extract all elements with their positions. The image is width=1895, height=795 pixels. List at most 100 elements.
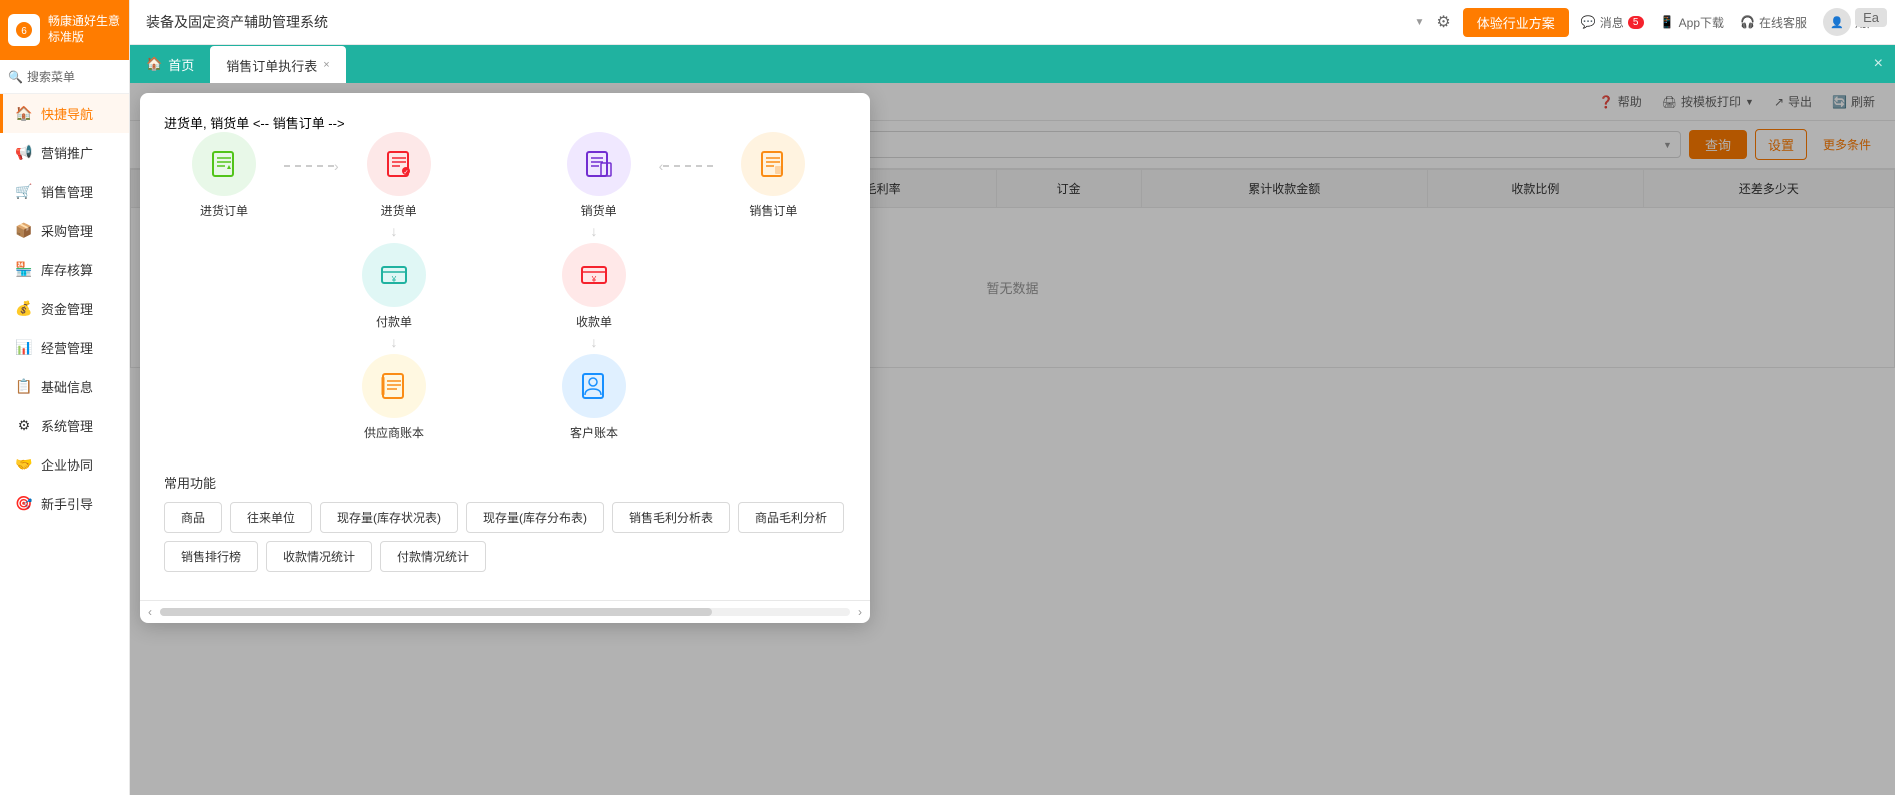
- tab-home[interactable]: 🏠 首页: [130, 45, 210, 83]
- purchase-icon: 📦: [15, 222, 33, 240]
- quick-nav-icon: 🏠: [15, 105, 33, 123]
- svg-text:6: 6: [21, 26, 27, 37]
- sidebar-item-purchase[interactable]: 📦 采购管理: [0, 211, 129, 250]
- svg-text:¥: ¥: [591, 275, 597, 284]
- sidebar-item-finance[interactable]: 💰 资金管理: [0, 289, 129, 328]
- func-btn-sales-rank[interactable]: 销售排行榜: [164, 541, 258, 572]
- system-title: 装备及固定资产辅助管理系统: [146, 12, 1402, 32]
- flow-item-sales-order[interactable]: 销售订单: [713, 132, 833, 219]
- tab-home-label: 首页: [168, 55, 194, 74]
- sidebar-item-label: 基础信息: [41, 377, 93, 396]
- sidebar-item-marketing[interactable]: 📢 营销推广: [0, 133, 129, 172]
- sidebar-item-guide[interactable]: 🎯 新手引导: [0, 484, 129, 523]
- service-icon: 🎧: [1740, 15, 1755, 29]
- sales-order-circle: [741, 132, 805, 196]
- flow-item-receipt[interactable]: ¥ 收款单: [534, 243, 654, 330]
- sidebar-item-quick-nav[interactable]: 🏠 快捷导航: [0, 94, 129, 133]
- search-icon: 🔍: [8, 70, 23, 84]
- tab-sales-order[interactable]: 销售订单执行表 ×: [210, 46, 345, 84]
- app-logo: 6 畅康通好生意 标准版: [0, 0, 129, 60]
- sidebar-item-enterprise[interactable]: 🤝 企业协同: [0, 445, 129, 484]
- dropdown-arrow-icon: ▼: [1414, 17, 1424, 28]
- modal-scrollbar: ‹ ›: [140, 600, 870, 623]
- scrollbar-track[interactable]: [160, 608, 850, 616]
- flow-diagram: 进货订单 › ✓: [164, 132, 846, 457]
- inventory-icon: 🏪: [15, 261, 33, 279]
- message-badge: 5: [1628, 16, 1644, 29]
- sidebar-item-label: 库存核算: [41, 260, 93, 279]
- experience-btn[interactable]: 体验行业方案: [1463, 8, 1569, 37]
- logo-icon: 6: [8, 14, 40, 46]
- operation-icon: 📊: [15, 339, 33, 357]
- online-service-label: 在线客服: [1759, 14, 1807, 31]
- receipt-label: 收款单: [576, 313, 612, 330]
- flow-item-payment[interactable]: ¥ 付款单: [334, 243, 454, 330]
- purchase-order-circle: [192, 132, 256, 196]
- sidebar-item-label: 新手引导: [41, 494, 93, 513]
- func-btn-receipt-stats[interactable]: 收款情况统计: [266, 541, 372, 572]
- message-btn[interactable]: 💬 消息 5: [1581, 14, 1644, 31]
- tab-close-icon[interactable]: ×: [323, 59, 329, 71]
- flow-item-purchase-bill[interactable]: ✓ 进货单: [339, 132, 459, 219]
- sidebar-item-label: 资金管理: [41, 299, 93, 318]
- sidebar-item-operation[interactable]: 📊 经营管理: [0, 328, 129, 367]
- search-label: 搜索菜单: [27, 68, 75, 85]
- ea-badge: Ea: [1855, 8, 1887, 27]
- sidebar-item-sales[interactable]: 🛒 销售管理: [0, 172, 129, 211]
- purchase-bill-label: 进货单: [381, 202, 417, 219]
- sidebar-item-label: 销售管理: [41, 182, 93, 201]
- sidebar-item-system[interactable]: ⚙ 系统管理: [0, 406, 129, 445]
- tab-bar: 🏠 首页 销售订单执行表 × ×: [130, 45, 1895, 83]
- flow-item-sales-bill[interactable]: 销货单: [539, 132, 659, 219]
- func-btn-payment-stats[interactable]: 付款情况统计: [380, 541, 486, 572]
- sidebar: 6 畅康通好生意 标准版 🔍 搜索菜单 🏠 快捷导航 📢 营销推广 🛒 销售管理: [0, 0, 130, 795]
- sidebar-item-label: 快捷导航: [41, 104, 93, 123]
- svg-text:✓: ✓: [403, 170, 408, 176]
- sales-bill-circle: [567, 132, 631, 196]
- flow-item-customer-ledger[interactable]: 客户账本: [534, 354, 654, 441]
- modal-box: 进货单, 销货单 <-- 销售订单 --> 进货订单: [140, 93, 870, 623]
- tab-bar-close-icon[interactable]: ×: [1874, 55, 1883, 73]
- func-btn-stock-dist[interactable]: 现存量(库存分布表): [466, 502, 604, 533]
- sidebar-item-label: 采购管理: [41, 221, 93, 240]
- main-area: 装备及固定资产辅助管理系统 ▼ ⚙ 体验行业方案 💬 消息 5 📱 App下载 …: [130, 0, 1895, 795]
- scrollbar-right-arrow[interactable]: ›: [858, 605, 862, 619]
- flow-item-purchase-order[interactable]: 进货订单: [164, 132, 284, 219]
- message-icon: 💬: [1581, 15, 1596, 29]
- app-download-btn[interactable]: 📱 App下载: [1660, 14, 1724, 31]
- func-btn-stock-status[interactable]: 现存量(库存状况表): [320, 502, 458, 533]
- online-service-btn[interactable]: 🎧 在线客服: [1740, 14, 1807, 31]
- tab-sales-order-label: 销售订单执行表: [226, 56, 317, 75]
- func-buttons-row2: 销售排行榜 收款情况统计 付款情况统计: [164, 541, 846, 572]
- func-btn-goods-gross[interactable]: 商品毛利分析: [738, 502, 844, 533]
- content-area: ❓ 帮助 🖨 按模板打印 ▼ ↗ 导出 🔄 刷新: [130, 83, 1895, 795]
- top-header: 装备及固定资产辅助管理系统 ▼ ⚙ 体验行业方案 💬 消息 5 📱 App下载 …: [130, 0, 1895, 45]
- modal-overlay[interactable]: 进货单, 销货单 <-- 销售订单 --> 进货订单: [130, 83, 1895, 795]
- supplier-ledger-circle: [362, 354, 426, 418]
- home-icon: 🏠: [146, 56, 162, 72]
- sidebar-search[interactable]: 🔍 搜索菜单: [0, 60, 129, 94]
- flow-item-supplier-ledger[interactable]: 供应商账本: [334, 354, 454, 441]
- supplier-ledger-label: 供应商账本: [364, 424, 424, 441]
- sales-order-label: 销售订单: [749, 202, 797, 219]
- func-btn-gross-analysis[interactable]: 销售毛利分析表: [612, 502, 730, 533]
- finance-icon: 💰: [15, 300, 33, 318]
- common-functions: 常用功能 商品 往来单位 现存量(库存状况表) 现存量(库存分布表) 销售毛利分…: [164, 473, 846, 572]
- sidebar-item-label: 企业协同: [41, 455, 93, 474]
- guide-icon: 🎯: [15, 495, 33, 513]
- scrollbar-thumb: [160, 608, 712, 616]
- sidebar-item-inventory[interactable]: 🏪 库存核算: [0, 250, 129, 289]
- func-buttons-row1: 商品 往来单位 现存量(库存状况表) 现存量(库存分布表) 销售毛利分析表 商品…: [164, 502, 846, 533]
- user-avatar: 👤: [1823, 8, 1851, 36]
- scrollbar-left-arrow[interactable]: ‹: [148, 605, 152, 619]
- sidebar-item-basic-info[interactable]: 📋 基础信息: [0, 367, 129, 406]
- payment-label: 付款单: [376, 313, 412, 330]
- func-btn-counterparty[interactable]: 往来单位: [230, 502, 312, 533]
- app-download-label: App下载: [1679, 14, 1724, 31]
- receipt-circle: ¥: [562, 243, 626, 307]
- system-icon: ⚙: [15, 417, 33, 435]
- settings-gear-icon[interactable]: ⚙: [1436, 12, 1450, 32]
- sidebar-item-label: 营销推广: [41, 143, 93, 162]
- purchase-bill-circle: ✓: [367, 132, 431, 196]
- func-btn-goods[interactable]: 商品: [164, 502, 222, 533]
